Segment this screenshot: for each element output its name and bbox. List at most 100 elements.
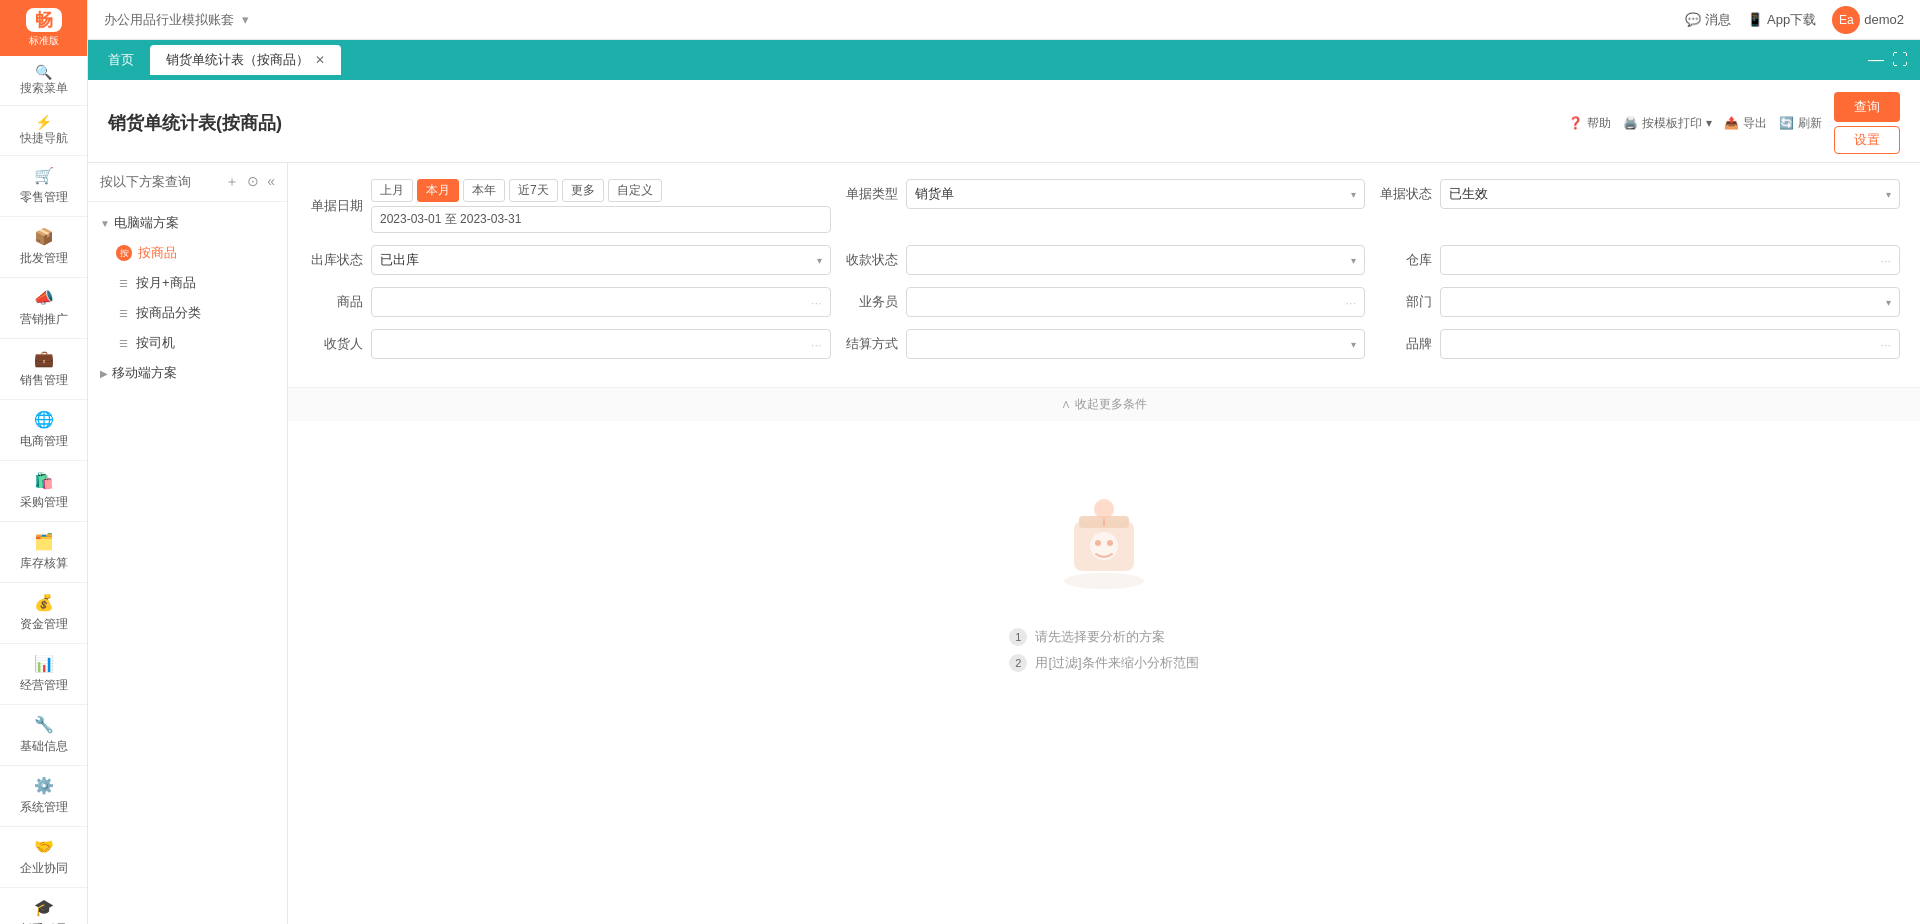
tree-child-by-category[interactable]: ☰ 按商品分类	[88, 298, 287, 328]
empty-illustration	[1044, 481, 1164, 620]
empty-tip-1: 1 请先选择要分析的方案	[1009, 628, 1198, 646]
tree-parent-mobile-label: 移动端方案	[112, 364, 177, 382]
sidebar-item-purchase[interactable]: 🛍️ 采购管理	[0, 461, 87, 522]
tab-expand-icon[interactable]: ⛶	[1892, 51, 1908, 69]
svg-point-0	[1064, 573, 1144, 589]
user-area[interactable]: Ea demo2	[1832, 6, 1904, 34]
date-btn-this-month[interactable]: 本月	[417, 179, 459, 202]
tree-parent-label: 电脑端方案	[114, 214, 179, 232]
salesperson-control[interactable]: ···	[906, 287, 1366, 317]
phone-icon: 📱	[1747, 12, 1763, 27]
doc-type-dropdown-icon: ▾	[1351, 189, 1356, 200]
query-button[interactable]: 查询	[1834, 92, 1900, 122]
date-btn-custom[interactable]: 自定义	[608, 179, 662, 202]
sidebar-item-search[interactable]: 🔍 搜索菜单	[0, 56, 87, 106]
sidebar-item-wholesale[interactable]: 📦 批发管理	[0, 217, 87, 278]
sidebar-item-finance[interactable]: 💰 资金管理	[0, 583, 87, 644]
active-scheme-icon: 按	[116, 245, 132, 261]
date-btn-more[interactable]: 更多	[562, 179, 604, 202]
page-header: 销货单统计表(按商品) ❓ 帮助 🖨️ 按模板打印 ▾ 📤	[88, 80, 1920, 163]
sidebar-item-operations[interactable]: 📊 经营管理	[0, 644, 87, 705]
app-download-btn[interactable]: 📱 App下载	[1747, 11, 1816, 29]
panel-icons: ＋ ⊙ «	[225, 173, 275, 191]
out-status-control[interactable]: 已出库 ▾	[371, 245, 831, 275]
message-btn[interactable]: 💬 消息	[1685, 11, 1731, 29]
filter-row-3: 商品 ··· 业务员 ···	[308, 287, 1900, 317]
tree-child-by-month-product[interactable]: ☰ 按月+商品	[88, 268, 287, 298]
date-btn-last-month[interactable]: 上月	[371, 179, 413, 202]
doc-status-control[interactable]: 已生效 ▾	[1440, 179, 1900, 209]
filter-brand: 品牌 ···	[1377, 329, 1900, 359]
tab-report[interactable]: 销货单统计表（按商品） ✕	[150, 45, 341, 75]
message-label: 消息	[1705, 11, 1731, 29]
home-label: 首页	[108, 51, 134, 69]
sidebar-item-retail[interactable]: 🛒 零售管理	[0, 156, 87, 217]
print-btn[interactable]: 🖨️ 按模板打印 ▾	[1623, 115, 1712, 132]
refresh-icon: 🔄	[1779, 116, 1794, 130]
top-header: 办公用品行业模拟账套 ▾ 💬 消息 📱 App下载 Ea demo2	[88, 0, 1920, 40]
dept-dropdown-icon: ▾	[1886, 297, 1891, 308]
print-dropdown-icon: ▾	[1706, 116, 1712, 130]
filter-dept: 部门 ▾	[1377, 287, 1900, 317]
tab-close-icon[interactable]: ✕	[315, 53, 325, 67]
date-range-display[interactable]: 2023-03-01 至 2023-03-31	[371, 206, 831, 233]
refresh-label: 刷新	[1798, 115, 1822, 132]
settings-scheme-icon[interactable]: ⊙	[247, 173, 259, 191]
main-area: 办公用品行业模拟账套 ▾ 💬 消息 📱 App下载 Ea demo2 首页	[88, 0, 1920, 924]
tree-child-label-1: 按商品	[138, 244, 177, 262]
sidebar-item-inventory[interactable]: 🗂️ 库存核算	[0, 522, 87, 583]
doc-type-control[interactable]: 销货单 ▾	[906, 179, 1366, 209]
content-body: 按以下方案查询 ＋ ⊙ « ▼ 电脑端方案 按 按商品	[88, 163, 1920, 924]
sidebar-item-quick[interactable]: ⚡ 快捷导航	[0, 106, 87, 156]
filter-row-4: 收货人 ··· 结算方式 ▾	[308, 329, 1900, 359]
date-range-text: 2023-03-01 至 2023-03-31	[380, 211, 521, 228]
sidebar-item-sales[interactable]: 💼 销售管理	[0, 339, 87, 400]
filter-product: 商品 ···	[308, 287, 831, 317]
date-btn-this-year[interactable]: 本年	[463, 179, 505, 202]
brand-control[interactable]: ···	[1440, 329, 1900, 359]
chevron-down-icon: ▾	[242, 12, 249, 27]
filter-warehouse: 仓库 ···	[1377, 245, 1900, 275]
tab-minimize-icon[interactable]: —	[1868, 51, 1884, 69]
refresh-btn[interactable]: 🔄 刷新	[1779, 115, 1822, 132]
collapse-panel-icon[interactable]: «	[267, 173, 275, 191]
sidebar-item-ecommerce[interactable]: 🌐 电商管理	[0, 400, 87, 461]
payment-status-control[interactable]: ▾	[906, 245, 1366, 275]
sidebar-item-marketing[interactable]: 📣 营销推广	[0, 278, 87, 339]
sidebar-item-basic[interactable]: 🔧 基础信息	[0, 705, 87, 766]
out-status-dropdown-icon: ▾	[817, 255, 822, 266]
filter-salesperson: 业务员 ···	[843, 287, 1366, 317]
page-content: 销货单统计表(按商品) ❓ 帮助 🖨️ 按模板打印 ▾ 📤	[88, 80, 1920, 924]
date-btn-7days[interactable]: 近7天	[509, 179, 558, 202]
export-btn[interactable]: 📤 导出	[1724, 115, 1767, 132]
dept-control[interactable]: ▾	[1440, 287, 1900, 317]
settlement-control[interactable]: ▾	[906, 329, 1366, 359]
payment-status-label: 收款状态	[843, 251, 898, 269]
product-control[interactable]: ···	[371, 287, 831, 317]
sidebar-item-enterprise[interactable]: 🤝 企业协同	[0, 827, 87, 888]
tabs-bar: 首页 销货单统计表（按商品） ✕ — ⛶	[88, 40, 1920, 80]
consignee-label: 收货人	[308, 335, 363, 353]
settings-button[interactable]: 设置	[1834, 126, 1900, 154]
warehouse-control[interactable]: ···	[1440, 245, 1900, 275]
tab-home[interactable]: 首页	[92, 45, 150, 75]
help-btn[interactable]: ❓ 帮助	[1568, 115, 1611, 132]
settlement-label: 结算方式	[843, 335, 898, 353]
svg-point-6	[1094, 499, 1114, 519]
collapse-bar[interactable]: ∧ 收起更多条件	[288, 387, 1920, 421]
doc-status-value: 已生效	[1449, 185, 1882, 203]
tree-parent-mobile[interactable]: ▶ 移动端方案	[88, 358, 287, 388]
date-label: 单据日期	[308, 197, 363, 215]
breadcrumb: 办公用品行业模拟账套 ▾	[104, 11, 249, 29]
consignee-control[interactable]: ···	[371, 329, 831, 359]
empty-state: 1 请先选择要分析的方案 2 用[过滤]条件来缩小分析范围	[288, 421, 1920, 732]
add-scheme-icon[interactable]: ＋	[225, 173, 239, 191]
tree-parent-pc[interactable]: ▼ 电脑端方案	[88, 208, 287, 238]
logo-icon: 畅	[26, 8, 62, 32]
tree-child-by-product[interactable]: 按 按商品	[88, 238, 287, 268]
tree-child-by-driver[interactable]: ☰ 按司机	[88, 328, 287, 358]
brand-dots-icon: ···	[1880, 337, 1891, 352]
sidebar-item-tutorial[interactable]: 🎓 新手引导	[0, 888, 87, 924]
warehouse-label: 仓库	[1377, 251, 1432, 269]
sidebar-item-system[interactable]: ⚙️ 系统管理	[0, 766, 87, 827]
